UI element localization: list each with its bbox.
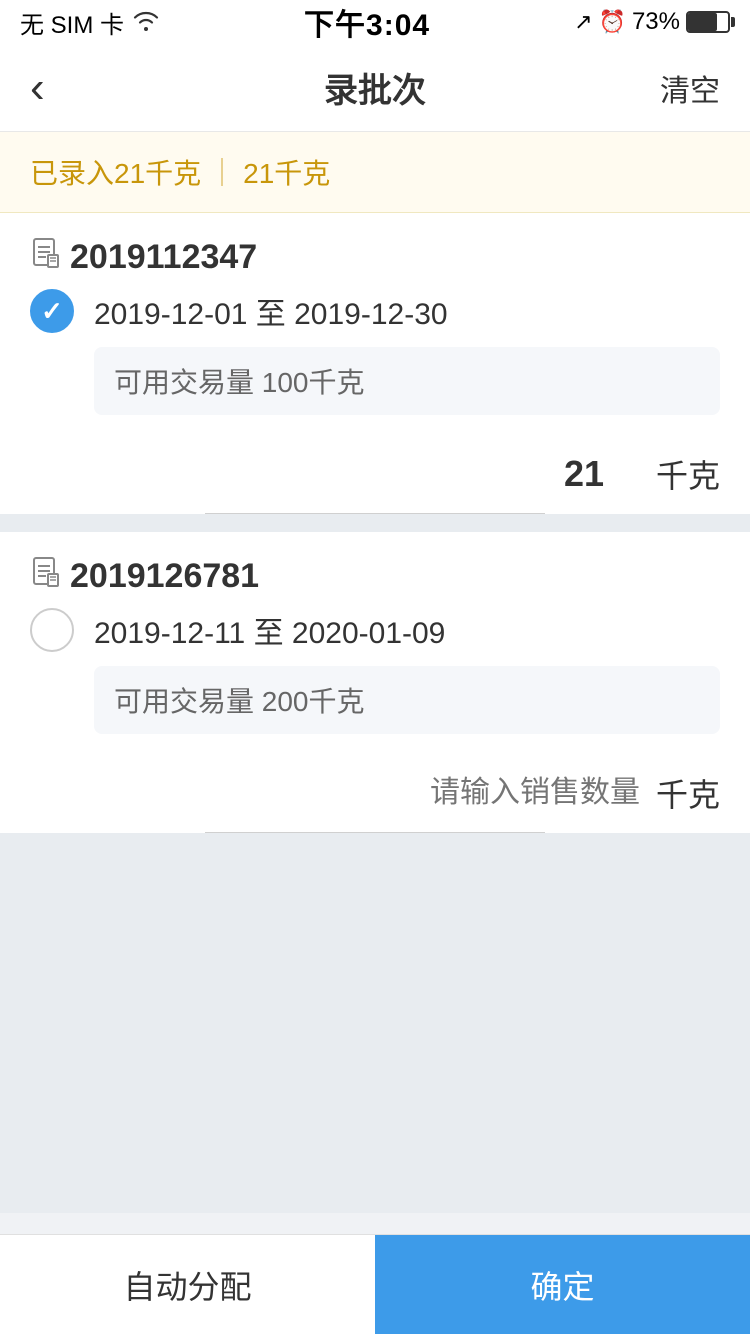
batch-2-amount-input[interactable] xyxy=(30,776,640,810)
nav-bar: ‹ 录批次 清空 xyxy=(0,44,750,132)
batch-2-card: 2019126781 2019-12-11 至 2020-01-09 可用交易量… xyxy=(0,532,750,754)
status-bar: 无 SIM 卡 下午3:04 ↗ ⏰ 73% xyxy=(0,0,750,44)
batch-1-id: 2019112347 xyxy=(70,238,257,277)
page-title: 录批次 xyxy=(324,63,426,112)
battery-icon xyxy=(686,11,730,33)
batch-1-amount: 21 xyxy=(564,453,604,495)
batch-2-radio[interactable] xyxy=(30,608,74,652)
info-divider xyxy=(221,158,223,186)
gray-area xyxy=(0,833,750,1213)
status-time: 下午3:04 xyxy=(304,0,430,44)
batch-1-underline xyxy=(205,513,545,514)
info-banner: 已录入21千克 21千克 xyxy=(0,132,750,213)
batch-2-input-row: 千克 xyxy=(0,754,750,832)
batch-2-date: 2019-12-11 至 2020-01-09 xyxy=(94,608,445,652)
batch-1-availability: 可用交易量 100千克 xyxy=(94,347,720,415)
total-label: 21千克 xyxy=(243,152,330,192)
alarm-icon: ⏰ xyxy=(599,9,626,35)
batch-2-date-row: 2019-12-11 至 2020-01-09 xyxy=(30,608,720,652)
bottom-bar: 自动分配 确定 xyxy=(0,1234,750,1334)
batch-1-unit: 千克 xyxy=(656,451,720,497)
batch-1-amount-row: 21 千克 xyxy=(0,435,750,513)
battery-percent: 73% xyxy=(632,8,680,36)
batch-2-icon xyxy=(30,556,62,596)
batch-1-radio[interactable] xyxy=(30,289,74,333)
confirm-button[interactable]: 确定 xyxy=(375,1235,750,1334)
batch-1-header: 2019112347 xyxy=(30,237,720,277)
location-icon: ↗ xyxy=(574,9,592,35)
batch-1-icon xyxy=(30,237,62,277)
batch-2-underline xyxy=(205,832,545,833)
batch-2-header: 2019126781 xyxy=(30,556,720,596)
status-left: 无 SIM 卡 xyxy=(20,5,160,40)
auto-distribute-button[interactable]: 自动分配 xyxy=(0,1235,375,1334)
wifi-icon xyxy=(132,7,160,38)
no-sim-text: 无 SIM 卡 xyxy=(20,5,124,40)
section-divider-1 xyxy=(0,514,750,532)
clear-button[interactable]: 清空 xyxy=(660,66,720,110)
status-right: ↗ ⏰ 73% xyxy=(574,8,730,36)
recorded-label: 已录入21千克 xyxy=(30,152,201,192)
back-button[interactable]: ‹ xyxy=(30,63,90,113)
batch-2-availability: 可用交易量 200千克 xyxy=(94,666,720,734)
batch-2-unit: 千克 xyxy=(656,770,720,816)
batch-1-card: 2019112347 2019-12-01 至 2019-12-30 可用交易量… xyxy=(0,213,750,435)
batch-2-id: 2019126781 xyxy=(70,557,259,596)
batch-1-date-row: 2019-12-01 至 2019-12-30 xyxy=(30,289,720,333)
batch-1-date: 2019-12-01 至 2019-12-30 xyxy=(94,289,448,333)
